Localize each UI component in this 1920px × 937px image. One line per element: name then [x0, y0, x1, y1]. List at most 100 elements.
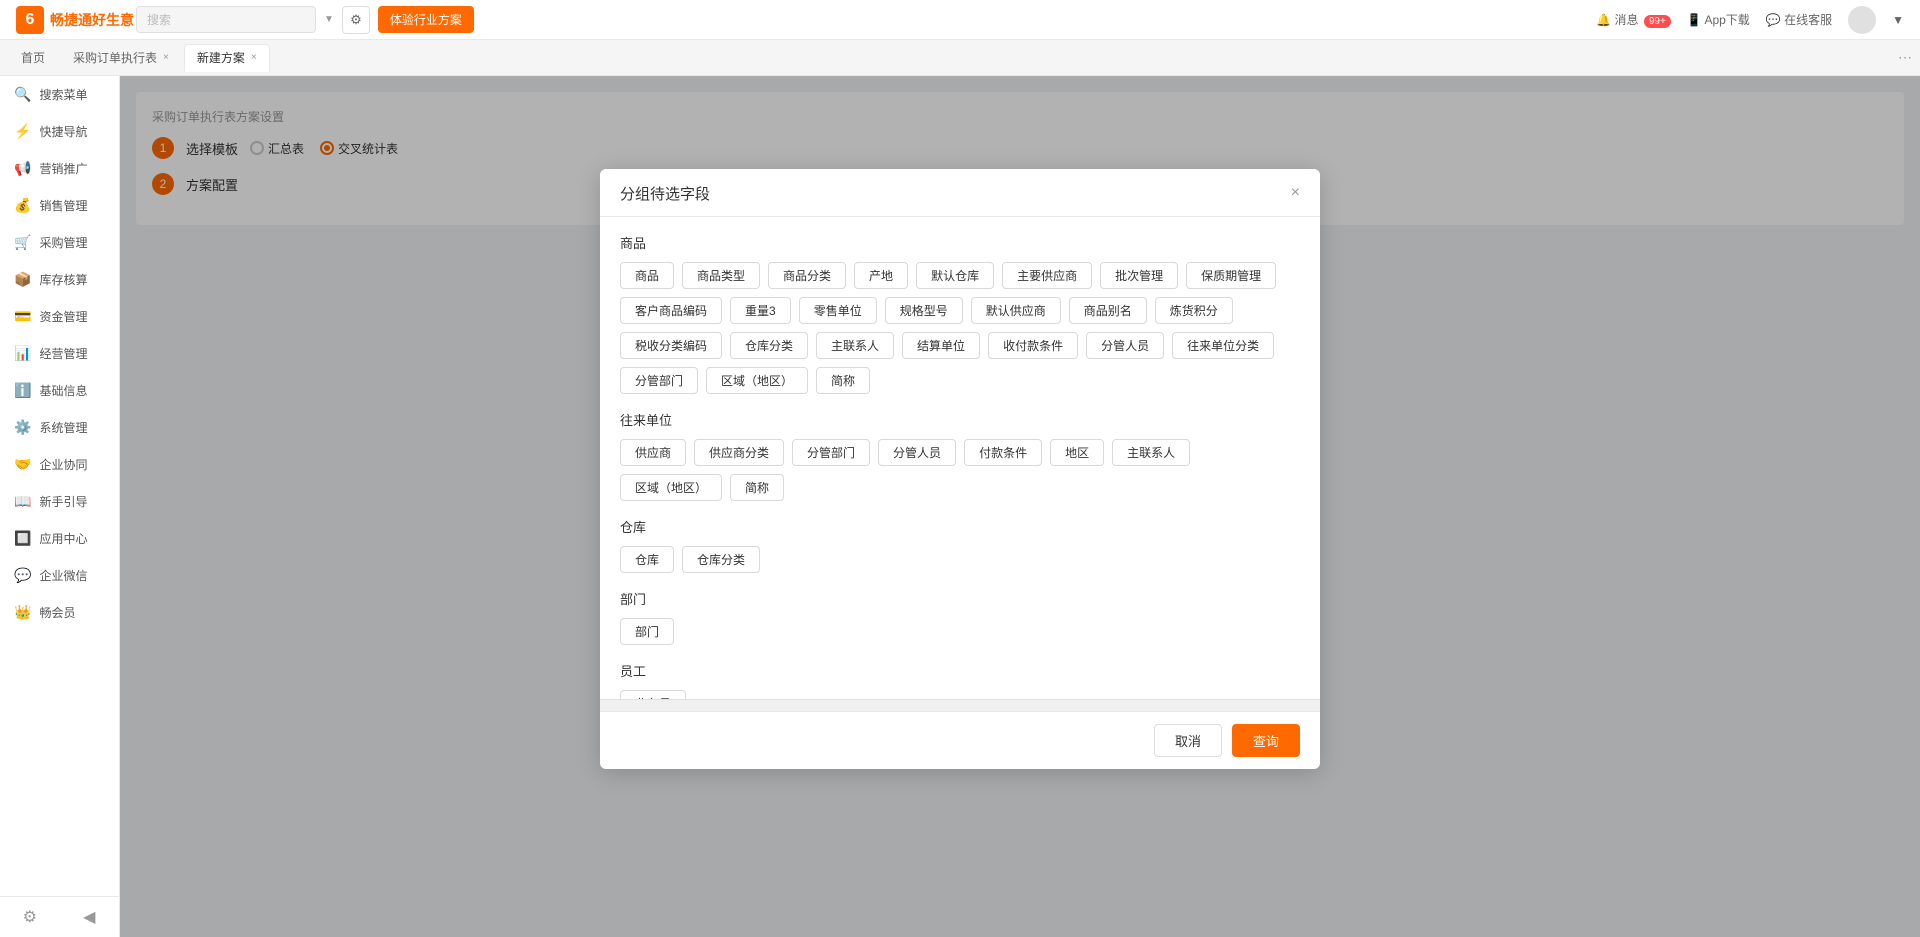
field-tag-employee-0[interactable]: 业务员 — [620, 690, 686, 699]
sidebar-item-12[interactable]: 🔲应用中心 — [0, 520, 119, 557]
field-tag-product-2[interactable]: 商品分类 — [768, 262, 846, 289]
sidebar-item-7[interactable]: 📊经营管理 — [0, 335, 119, 372]
tab-purchase-order[interactable]: 采购订单执行表 × — [60, 44, 182, 72]
sidebar-icon-12: 🔲 — [14, 530, 31, 547]
field-section-title-department: 部门 — [620, 589, 1300, 608]
field-tag-product-23[interactable]: 区域（地区） — [706, 367, 808, 394]
field-tags-employee: 业务员 — [620, 690, 1300, 699]
sidebar-item-4[interactable]: 🛒采购管理 — [0, 224, 119, 261]
field-section-warehouse: 仓库仓库仓库分类 — [620, 517, 1300, 573]
sidebar-item-10[interactable]: 🤝企业协同 — [0, 446, 119, 483]
field-tag-product-10[interactable]: 零售单位 — [799, 297, 877, 324]
field-tag-product-24[interactable]: 简称 — [816, 367, 870, 394]
field-section-product: 商品商品商品类型商品分类产地默认仓库主要供应商批次管理保质期管理客户商品编码重量… — [620, 233, 1300, 394]
settings-gear-button[interactable]: ⚙ — [342, 6, 370, 34]
field-section-title-warehouse: 仓库 — [620, 517, 1300, 536]
field-tag-product-9[interactable]: 重量3 — [730, 297, 791, 324]
field-tag-partner-3[interactable]: 分管人员 — [878, 439, 956, 466]
field-tag-product-3[interactable]: 产地 — [854, 262, 908, 289]
modal-body: 商品商品商品类型商品分类产地默认仓库主要供应商批次管理保质期管理客户商品编码重量… — [600, 217, 1320, 699]
field-section-title-partner: 往来单位 — [620, 410, 1300, 429]
field-section-employee: 员工业务员 — [620, 661, 1300, 699]
logo-icon: 6 — [16, 6, 44, 34]
sidebar-item-0[interactable]: 🔍搜索菜单 — [0, 76, 119, 113]
field-tags-product: 商品商品类型商品分类产地默认仓库主要供应商批次管理保质期管理客户商品编码重量3 零… — [620, 262, 1300, 394]
horizontal-scrollbar[interactable] — [600, 699, 1320, 711]
field-tag-product-21[interactable]: 往来单位分类 — [1172, 332, 1274, 359]
sidebar-item-9[interactable]: ⚙️系统管理 — [0, 409, 119, 446]
confirm-button[interactable]: 查询 — [1232, 724, 1300, 757]
field-tag-partner-0[interactable]: 供应商 — [620, 439, 686, 466]
field-tag-partner-8[interactable]: 简称 — [730, 474, 784, 501]
sidebar-collapse-button[interactable]: ◀ — [60, 897, 120, 937]
tab-new-plan[interactable]: 新建方案 × — [184, 44, 270, 72]
field-tag-product-6[interactable]: 批次管理 — [1100, 262, 1178, 289]
message-link[interactable]: 🔔 消息 99+ — [1596, 11, 1671, 28]
field-tag-product-15[interactable]: 税收分类编码 — [620, 332, 722, 359]
sidebar-item-11[interactable]: 📖新手引导 — [0, 483, 119, 520]
top-bar: 6 畅捷通好生意 搜索 ▼ ⚙ 体验行业方案 🔔 消息 99+ 📱 App下载 … — [0, 0, 1920, 40]
field-tag-department-0[interactable]: 部门 — [620, 618, 674, 645]
field-tag-product-8[interactable]: 客户商品编码 — [620, 297, 722, 324]
field-tag-partner-6[interactable]: 主联系人 — [1112, 439, 1190, 466]
sidebar-item-1[interactable]: ⚡快捷导航 — [0, 113, 119, 150]
sidebar-item-13[interactable]: 💬企业微信 — [0, 557, 119, 594]
modal-close-button[interactable]: × — [1291, 184, 1300, 202]
dropdown-arrow-user[interactable]: ▼ — [1892, 13, 1904, 27]
field-tag-warehouse-1[interactable]: 仓库分类 — [682, 546, 760, 573]
sidebar-icon-14: 👑 — [14, 604, 31, 621]
field-tag-partner-4[interactable]: 付款条件 — [964, 439, 1042, 466]
search-dropdown-arrow[interactable]: ▼ — [324, 14, 334, 25]
message-badge: 99+ — [1644, 15, 1671, 28]
tab-new-plan-close-icon[interactable]: × — [251, 52, 257, 63]
search-input[interactable]: 搜索 — [136, 6, 316, 33]
field-tag-product-0[interactable]: 商品 — [620, 262, 674, 289]
field-tag-product-20[interactable]: 分管人员 — [1086, 332, 1164, 359]
sidebar-item-8[interactable]: ℹ️基础信息 — [0, 372, 119, 409]
tab-home[interactable]: 首页 — [8, 44, 58, 72]
field-tags-partner: 供应商供应商分类分管部门分管人员付款条件地区主联系人区域（地区） 简称 — [620, 439, 1300, 501]
sidebar-item-2[interactable]: 📢营销推广 — [0, 150, 119, 187]
top-center: 搜索 ▼ ⚙ 体验行业方案 — [136, 6, 1596, 34]
experience-plan-button[interactable]: 体验行业方案 — [378, 6, 474, 33]
modal-header: 分组待选字段 × — [600, 169, 1320, 217]
field-tag-product-17[interactable]: 主联系人 — [816, 332, 894, 359]
field-tag-product-12[interactable]: 默认供应商 — [971, 297, 1061, 324]
logo-text: 畅捷通好生意 — [50, 10, 134, 30]
app-download-link[interactable]: 📱 App下载 — [1687, 11, 1750, 28]
online-support-link[interactable]: 💬 在线客服 — [1766, 11, 1832, 28]
cancel-button[interactable]: 取消 — [1154, 724, 1222, 757]
expand-tabs-icon[interactable]: ⋯ — [1898, 49, 1912, 66]
field-tag-partner-2[interactable]: 分管部门 — [792, 439, 870, 466]
field-tag-product-13[interactable]: 商品别名 — [1069, 297, 1147, 324]
tab-bar: 首页 采购订单执行表 × 新建方案 × ⋯ — [0, 40, 1920, 76]
sidebar-item-14[interactable]: 👑畅会员 — [0, 594, 119, 631]
field-tag-product-11[interactable]: 规格型号 — [885, 297, 963, 324]
sidebar-icon-3: 💰 — [14, 197, 31, 214]
sidebar-icon-7: 📊 — [14, 345, 31, 362]
field-tag-product-1[interactable]: 商品类型 — [682, 262, 760, 289]
field-tag-product-7[interactable]: 保质期管理 — [1186, 262, 1276, 289]
field-tag-partner-5[interactable]: 地区 — [1050, 439, 1104, 466]
field-tag-product-19[interactable]: 收付款条件 — [988, 332, 1078, 359]
field-tag-product-22[interactable]: 分管部门 — [620, 367, 698, 394]
field-tag-partner-1[interactable]: 供应商分类 — [694, 439, 784, 466]
field-tag-product-16[interactable]: 仓库分类 — [730, 332, 808, 359]
field-tag-product-5[interactable]: 主要供应商 — [1002, 262, 1092, 289]
field-tag-product-14[interactable]: 炼货积分 — [1155, 297, 1233, 324]
sidebar-item-3[interactable]: 💰销售管理 — [0, 187, 119, 224]
sidebar-icon-6: 💳 — [14, 308, 31, 325]
sidebar-icon-0: 🔍 — [14, 86, 31, 103]
sidebar-item-6[interactable]: 💳资金管理 — [0, 298, 119, 335]
sidebar-settings-button[interactable]: ⚙ — [0, 897, 60, 937]
field-tag-warehouse-0[interactable]: 仓库 — [620, 546, 674, 573]
tab-purchase-close-icon[interactable]: × — [163, 52, 169, 63]
sidebar-icon-5: 📦 — [14, 271, 31, 288]
avatar[interactable] — [1848, 6, 1876, 34]
sidebar: 🔍搜索菜单⚡快捷导航📢营销推广💰销售管理🛒采购管理📦库存核算💳资金管理📊经营管理… — [0, 76, 120, 937]
field-tag-product-18[interactable]: 结算单位 — [902, 332, 980, 359]
sidebar-icon-2: 📢 — [14, 160, 31, 177]
field-tag-partner-7[interactable]: 区域（地区） — [620, 474, 722, 501]
field-tag-product-4[interactable]: 默认仓库 — [916, 262, 994, 289]
sidebar-item-5[interactable]: 📦库存核算 — [0, 261, 119, 298]
